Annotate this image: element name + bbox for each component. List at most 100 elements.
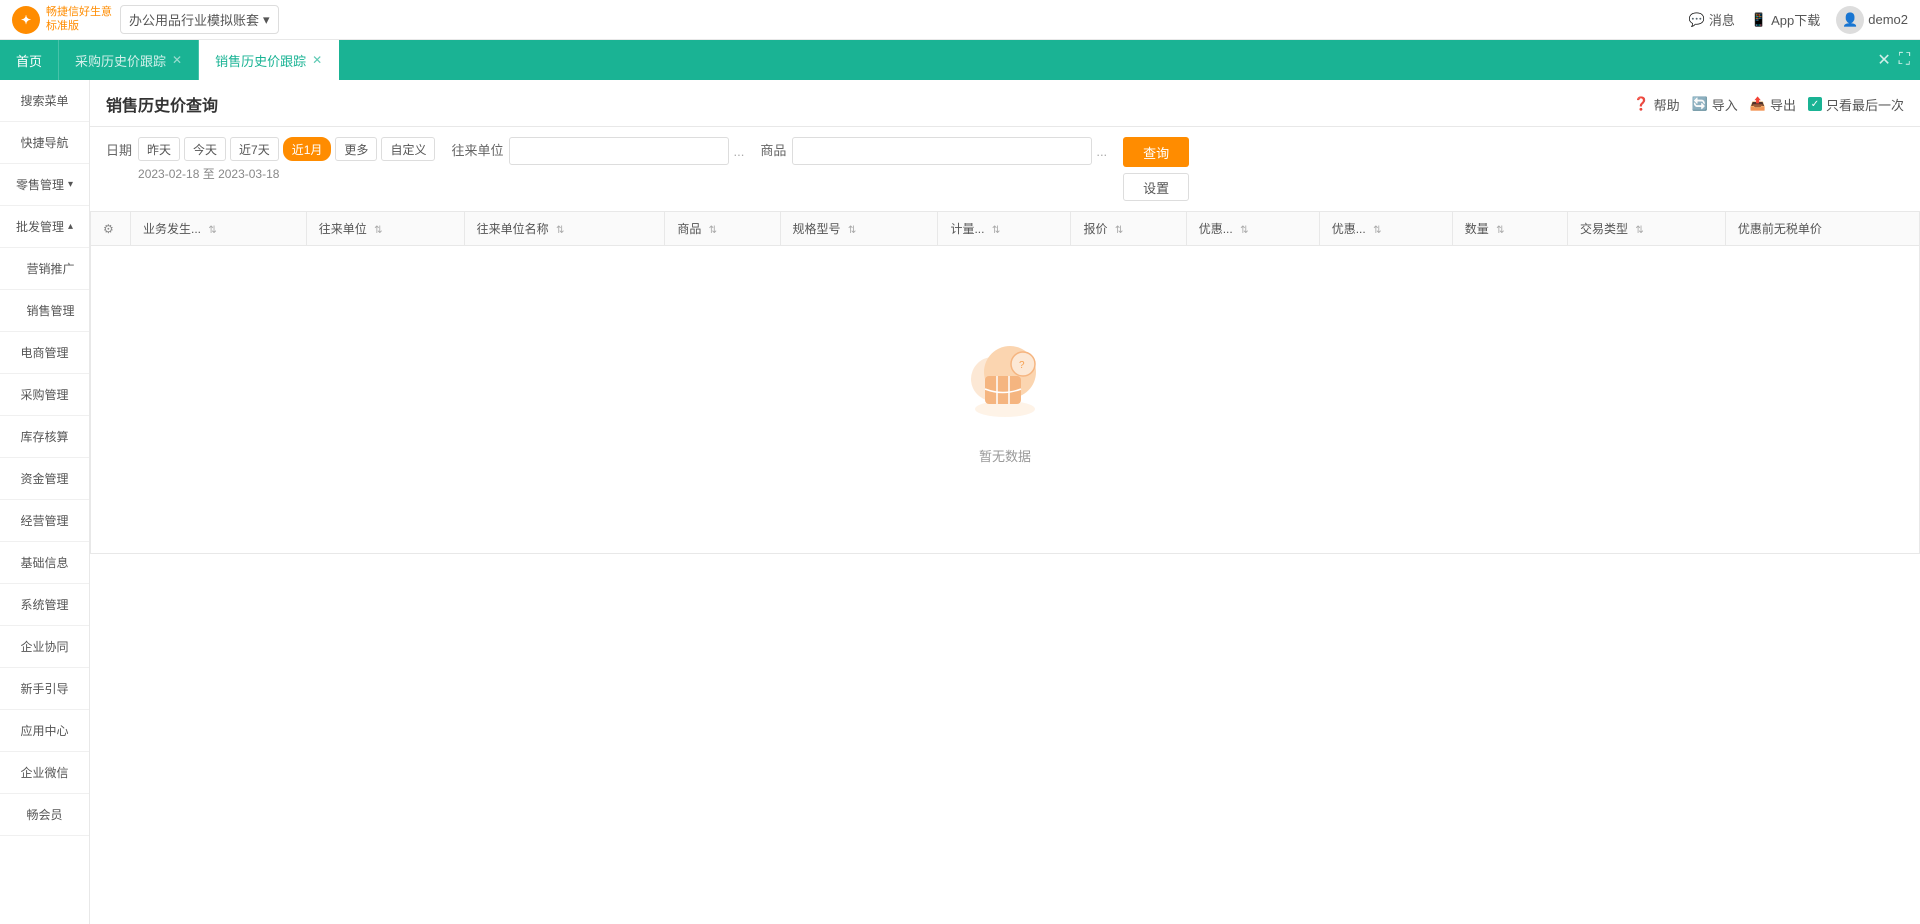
message-button[interactable]: 💬 消息 [1689,10,1735,29]
sort-arrows-discount1: ⇅ [1240,225,1248,236]
tab-sales[interactable]: 销售历史价跟踪 ✕ [199,40,339,80]
sidebar-item-finance[interactable]: 资金管理 [0,458,89,500]
tab-purchase[interactable]: 采购历史价跟踪 ✕ [59,40,199,80]
th-partner-code[interactable]: 往来单位 ⇅ [306,212,464,246]
top-bar-right: 💬 消息 📱 App下载 👤 demo2 [1689,6,1908,34]
date-filter-label: 日期 [106,137,132,165]
partner-ellipsis-btn[interactable]: ... [733,144,744,159]
th-discount2[interactable]: 优惠... ⇅ [1319,212,1452,246]
sidebar-item-sales-mgmt[interactable]: 销售管理 [0,290,89,332]
query-button[interactable]: 查询 [1123,137,1189,167]
partner-input-group: ... [509,137,744,165]
goods-ellipsis-btn[interactable]: ... [1096,144,1107,159]
sidebar-item-wechat[interactable]: 企业微信 [0,752,89,794]
sort-arrows-quantity: ⇅ [1496,225,1504,236]
sidebar: 搜索菜单 快捷导航 零售管理 ▾ 批发管理 ▴ 营销推广 销售管理 电商管理 采… [0,80,90,924]
th-goods[interactable]: 商品 ⇅ [665,212,780,246]
chevron-down-icon: ▾ [263,12,270,28]
maximize-button[interactable]: ⛶ [1899,51,1910,69]
sidebar-item-operations[interactable]: 经营管理 [0,500,89,542]
sort-arrows-partner-code: ⇅ [374,225,382,236]
goods-filter-label: 商品 [760,137,786,165]
th-spec[interactable]: 规格型号 ⇅ [780,212,938,246]
date-yesterday-btn[interactable]: 昨天 [138,137,180,161]
sidebar-item-inventory[interactable]: 库存核算 [0,416,89,458]
export-button[interactable]: 📤 导出 [1750,95,1796,114]
date-last7-btn[interactable]: 近7天 [230,137,279,161]
date-range-display: 2023-02-18 至 2023-03-18 [138,165,435,182]
export-icon: 📤 [1750,96,1766,112]
table-area: ⚙ 业务发生... ⇅ 往来单位 ⇅ 往来单位名称 ⇅ [90,211,1920,924]
th-partner-name[interactable]: 往来单位名称 ⇅ [464,212,665,246]
tab-home[interactable]: 首页 [0,40,59,80]
date-last1m-btn[interactable]: 近1月 [283,137,332,161]
app-download-button[interactable]: 📱 App下载 [1751,10,1820,29]
th-biz-date[interactable]: 业务发生... ⇅ [131,212,307,246]
chevron-down-icon: ▾ [68,179,73,190]
sidebar-item-newbie[interactable]: 新手引导 [0,668,89,710]
close-window-button[interactable]: ✕ [1877,50,1890,70]
content-area: 销售历史价查询 ❓ 帮助 🔄 导入 📤 导出 ✓ [90,80,1920,924]
table-header-row: ⚙ 业务发生... ⇅ 往来单位 ⇅ 往来单位名称 ⇅ [91,212,1920,246]
help-button[interactable]: ❓ 帮助 [1633,95,1679,114]
chevron-up-icon: ▴ [68,221,73,232]
sidebar-item-member[interactable]: 畅会员 [0,794,89,836]
goods-filter-group: 商品 ... [760,137,1107,165]
empty-icon: ? [955,334,1055,434]
data-table: ⚙ 业务发生... ⇅ 往来单位 ⇅ 往来单位名称 ⇅ [90,211,1920,554]
date-more-btn[interactable]: 更多 [335,137,377,161]
query-actions: 查询 设置 [1123,137,1189,201]
settings-button[interactable]: 设置 [1123,173,1189,201]
app-icon: 📱 [1751,12,1767,28]
empty-text: 暂无数据 [979,446,1031,465]
sidebar-item-apps[interactable]: 应用中心 [0,710,89,752]
tab-purchase-close[interactable]: ✕ [172,53,182,67]
sort-arrows-goods: ⇅ [709,225,717,236]
date-custom-btn[interactable]: 自定义 [381,137,435,161]
account-selector[interactable]: 办公用品行业模拟账套 ▾ [120,5,279,34]
sidebar-item-retail[interactable]: 零售管理 ▾ [0,164,89,206]
sidebar-item-purchase[interactable]: 采购管理 [0,374,89,416]
avatar: 👤 [1836,6,1864,34]
sidebar-item-ecommerce[interactable]: 电商管理 [0,332,89,374]
page-title: 销售历史价查询 [106,92,218,116]
import-icon: 🔄 [1692,96,1708,112]
th-pre-tax-price[interactable]: 优惠前无税单价 [1725,212,1919,246]
tab-bar: 首页 采购历史价跟踪 ✕ 销售历史价跟踪 ✕ ✕ ⛶ [0,40,1920,80]
th-trade-type[interactable]: 交易类型 ⇅ [1567,212,1725,246]
th-discount1[interactable]: 优惠... ⇅ [1186,212,1319,246]
import-button[interactable]: 🔄 导入 [1692,95,1738,114]
sort-arrows-spec: ⇅ [848,225,856,236]
sidebar-item-marketing[interactable]: 营销推广 [0,248,89,290]
partner-filter-label: 往来单位 [451,137,503,165]
sidebar-item-system[interactable]: 系统管理 [0,584,89,626]
goods-input[interactable] [792,137,1092,165]
date-filter-options: 昨天 今天 近7天 近1月 更多 自定义 2023-02-18 至 2023-0… [138,137,435,182]
date-today-btn[interactable]: 今天 [184,137,226,161]
main-layout: 搜索菜单 快捷导航 零售管理 ▾ 批发管理 ▴ 营销推广 销售管理 电商管理 采… [0,80,1920,924]
th-unit[interactable]: 计量... ⇅ [938,212,1071,246]
empty-state: ? 暂无数据 [103,254,1907,545]
only-last-checkbox[interactable]: ✓ 只看最后一次 [1808,95,1904,114]
checkbox-icon: ✓ [1808,97,1822,111]
logo-icon: ✦ [12,6,40,34]
sort-arrows-unit: ⇅ [992,225,1000,236]
sidebar-item-shortcut[interactable]: 快捷导航 [0,122,89,164]
goods-input-group: ... [792,137,1107,165]
page-header: 销售历史价查询 ❓ 帮助 🔄 导入 📤 导出 ✓ [90,80,1920,127]
tab-sales-close[interactable]: ✕ [312,53,322,67]
top-bar: ✦ 畅捷信好生意 标准版 办公用品行业模拟账套 ▾ 💬 消息 📱 App下载 👤… [0,0,1920,40]
sort-arrows-quote: ⇅ [1115,225,1123,236]
partner-input[interactable] [509,137,729,165]
user-profile-button[interactable]: 👤 demo2 [1836,6,1908,34]
sidebar-item-wholesale[interactable]: 批发管理 ▴ [0,206,89,248]
page-actions: ❓ 帮助 🔄 导入 📤 导出 ✓ 只看最后一次 [1633,95,1904,114]
sidebar-item-search[interactable]: 搜索菜单 [0,80,89,122]
th-quantity[interactable]: 数量 ⇅ [1452,212,1567,246]
gear-icon[interactable]: ⚙ [103,222,114,236]
th-quote[interactable]: 报价 ⇅ [1071,212,1186,246]
logo-area: ✦ 畅捷信好生意 标准版 [12,6,112,34]
filter-row: 日期 昨天 今天 近7天 近1月 更多 自定义 2023-02-18 至 202… [90,127,1920,211]
sidebar-item-basic[interactable]: 基础信息 [0,542,89,584]
sidebar-item-enterprise[interactable]: 企业协同 [0,626,89,668]
